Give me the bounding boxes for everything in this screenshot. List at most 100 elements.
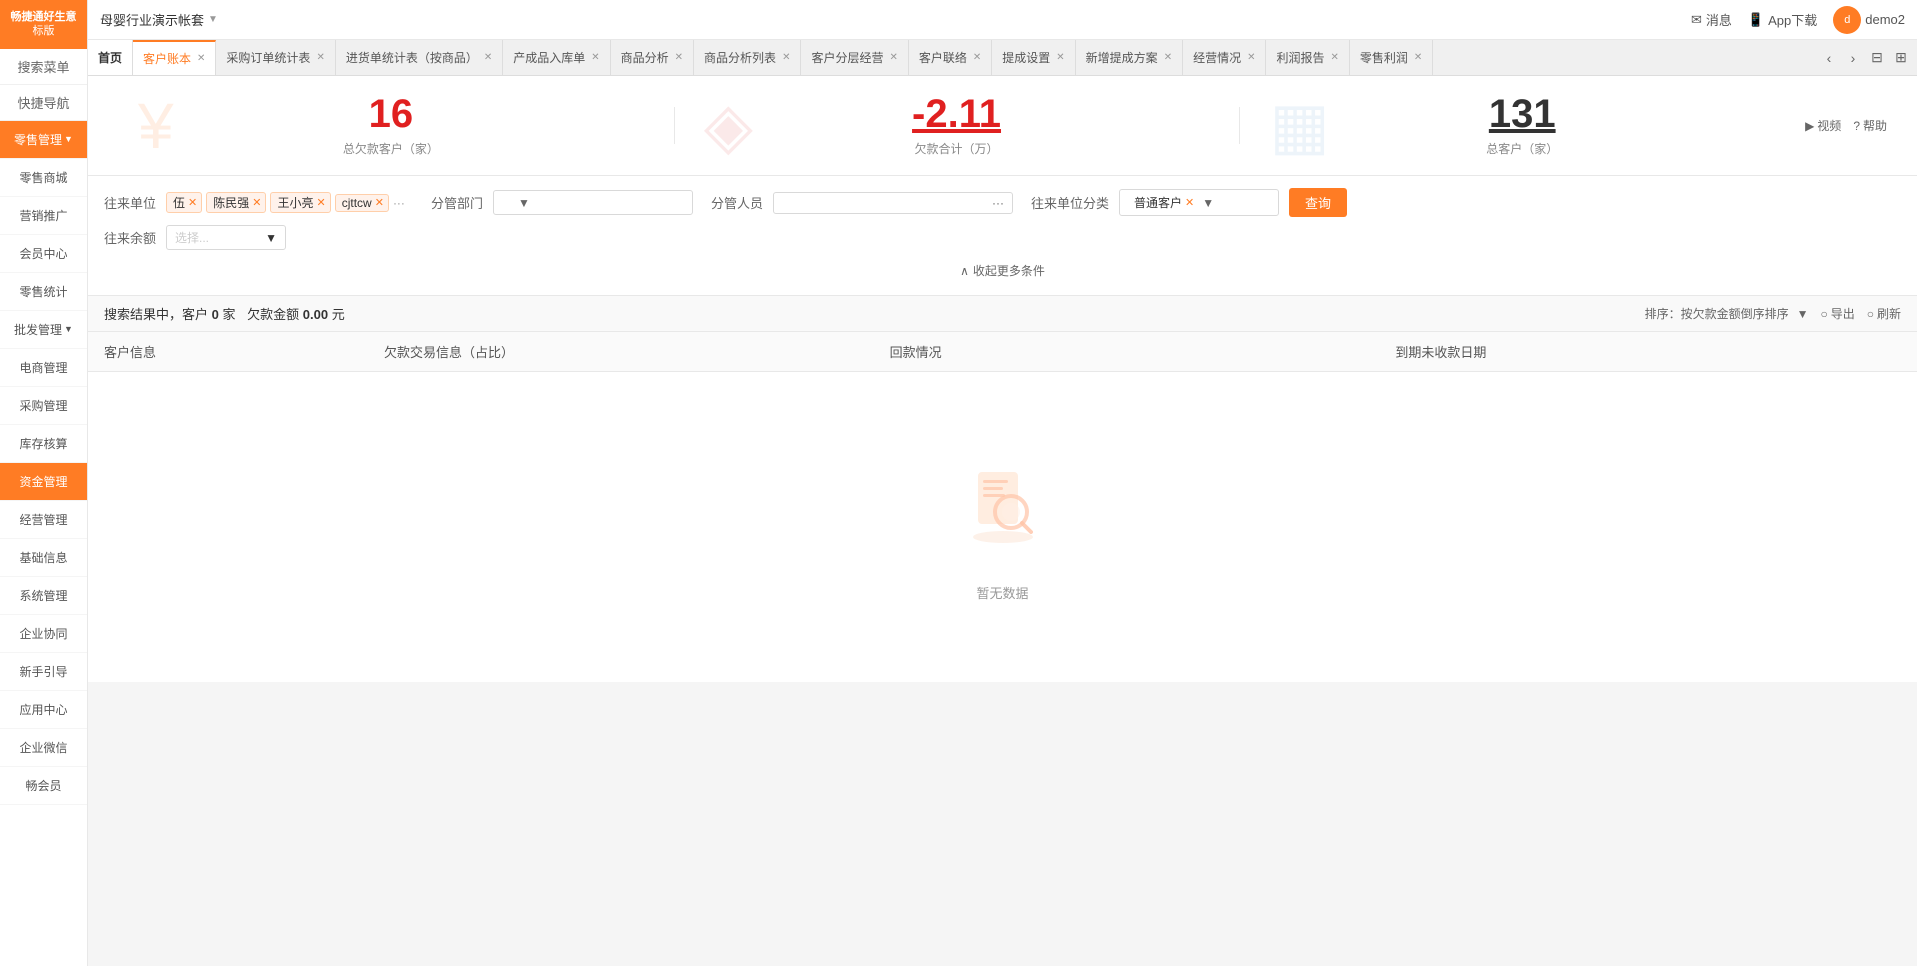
filter-bar: 往来单位 伍 ✕ 陈民强 ✕ 王小亮 ✕ cjttcw ✕ ··· 分管部门 ▼… <box>88 176 1917 296</box>
results-count-unit: 家 <box>223 307 236 322</box>
filter-select-person[interactable]: ··· <box>773 192 1013 214</box>
sidebar-item-quick-nav[interactable]: 快捷导航 <box>0 85 87 121</box>
tab-purchase-stats[interactable]: 进货单统计表（按商品） ✕ <box>336 40 503 76</box>
sort-label: 排序：按欠款金额倒序排序 <box>1645 305 1789 322</box>
tab-fullscreen-icon[interactable]: ⊞ <box>1891 48 1911 68</box>
empty-state: 暂无数据 <box>88 372 1917 682</box>
sidebar-item-marketing[interactable]: 营销推广 <box>0 197 87 235</box>
tab-product-instock[interactable]: 产成品入库单 ✕ <box>503 40 610 76</box>
tab-purchase-order[interactable]: 采购订单统计表 ✕ <box>216 40 335 76</box>
close-icon[interactable]: ✕ <box>316 52 324 63</box>
filter-select-category[interactable]: 普通客户 ✕ ▼ <box>1119 189 1279 216</box>
message-icon: ✉ <box>1691 12 1702 28</box>
filter-more-btn[interactable]: ··· <box>393 196 405 210</box>
help-button[interactable]: ? 帮助 <box>1853 117 1887 134</box>
close-icon[interactable]: ✕ <box>197 53 205 64</box>
sidebar-item-search[interactable]: 搜索菜单 <box>0 49 87 85</box>
tab-product-analysis-list[interactable]: 商品分析列表 ✕ <box>694 40 801 76</box>
topbar-left: 母婴行业演示帐套 ▼ <box>100 10 218 29</box>
sidebar-item-purchase[interactable]: 采购管理 <box>0 387 87 425</box>
tab-customer-tier[interactable]: 客户分层经营 ✕ <box>801 40 908 76</box>
sidebar-item-new-guide[interactable]: 新手引导 <box>0 653 87 691</box>
sidebar-item-app-center[interactable]: 应用中心 <box>0 691 87 729</box>
stat-icon-diamond: ◈ <box>704 88 753 163</box>
tab-profit-report[interactable]: 利润报告 ✕ <box>1266 40 1349 76</box>
close-icon[interactable]: ✕ <box>1056 52 1064 63</box>
remove-icon[interactable]: ✕ <box>317 196 326 209</box>
filter-tag-normal-customer[interactable]: 普通客户 ✕ <box>1128 193 1198 212</box>
sidebar-item-retail-mall[interactable]: 零售商城 <box>0 159 87 197</box>
tab-scroll-left[interactable]: ‹ <box>1819 48 1839 68</box>
chevron-down-icon: ▼ <box>1797 307 1809 321</box>
data-table: 客户信息 欠款交易信息（占比） 回款情况 到期未收款日期 <box>88 332 1917 682</box>
tab-product-analysis[interactable]: 商品分析 ✕ <box>611 40 694 76</box>
close-icon[interactable]: ✕ <box>973 52 981 63</box>
user-menu[interactable]: d demo2 <box>1833 6 1905 34</box>
table-header: 客户信息 欠款交易信息（占比） 回款情况 到期未收款日期 <box>88 332 1917 372</box>
tab-customer-account[interactable]: 客户账本 ✕ <box>133 40 216 76</box>
account-selector[interactable]: 母婴行业演示帐套 ▼ <box>100 10 218 29</box>
close-icon[interactable]: ✕ <box>675 52 683 63</box>
sidebar-item-enterprise-coop[interactable]: 企业协同 <box>0 615 87 653</box>
close-icon[interactable]: ✕ <box>782 52 790 63</box>
tab-scroll-right[interactable]: › <box>1843 48 1863 68</box>
tab-proposal-settings[interactable]: 提成设置 ✕ <box>992 40 1075 76</box>
sidebar-item-finance[interactable]: 资金管理 <box>0 463 87 501</box>
table-col-repayment: 回款情况 <box>890 342 1396 361</box>
remove-icon[interactable]: ✕ <box>1185 196 1194 209</box>
sidebar-item-retail-stats[interactable]: 零售统计 <box>0 273 87 311</box>
close-icon[interactable]: ✕ <box>889 52 897 63</box>
filter-tag-wu[interactable]: 伍 ✕ <box>166 192 202 213</box>
sidebar-logo[interactable]: 畅捷通好生意标版 <box>0 0 87 49</box>
sidebar-item-ecommerce[interactable]: 电商管理 <box>0 349 87 387</box>
tab-business-situation[interactable]: 经营情况 ✕ <box>1183 40 1266 76</box>
remove-icon[interactable]: ✕ <box>188 196 197 209</box>
close-icon[interactable]: ✕ <box>1164 52 1172 63</box>
close-icon[interactable]: ✕ <box>1331 52 1339 63</box>
export-button[interactable]: ○ 导出 <box>1820 305 1854 322</box>
tab-home[interactable]: 首页 <box>88 40 133 76</box>
sidebar-item-retail-mgmt[interactable]: 零售管理 ▼ <box>0 121 87 159</box>
filter-input-balance[interactable]: 选择... ▼ <box>166 225 286 250</box>
export-label: 导出 <box>1831 305 1855 322</box>
sidebar-item-enterprise-wechat[interactable]: 企业微信 <box>0 729 87 767</box>
app-download-button[interactable]: 📱 App下载 <box>1748 10 1817 29</box>
stat-value-overdue-amount: -2.11 <box>912 94 1001 134</box>
tab-new-proposal[interactable]: 新增提成方案 ✕ <box>1076 40 1183 76</box>
sidebar-item-basic-info[interactable]: 基础信息 <box>0 539 87 577</box>
filter-tag-wangxiaoliang[interactable]: 王小亮 ✕ <box>270 192 330 213</box>
close-icon[interactable]: ✕ <box>484 52 492 63</box>
collapse-label: 收起更多条件 <box>973 262 1045 279</box>
download-icon: 📱 <box>1748 12 1764 28</box>
close-icon[interactable]: ✕ <box>1247 52 1255 63</box>
stat-icon-yuan: ¥ <box>138 89 174 163</box>
remove-icon[interactable]: ✕ <box>375 196 384 209</box>
sidebar-item-operations[interactable]: 经营管理 <box>0 501 87 539</box>
sidebar-item-system-mgmt[interactable]: 系统管理 <box>0 577 87 615</box>
tab-expand-icon[interactable]: ⊟ <box>1867 48 1887 68</box>
sort-selector[interactable]: 排序：按欠款金额倒序排序 ▼ <box>1645 305 1809 322</box>
tab-customer-contact[interactable]: 客户联络 ✕ <box>909 40 992 76</box>
stat-label-overdue-amount: 欠款合计（万） <box>915 140 999 157</box>
remove-icon[interactable]: ✕ <box>252 196 261 209</box>
sidebar-item-wholesale-mgmt[interactable]: 批发管理 ▼ <box>0 311 87 349</box>
results-amount: 0.00 <box>303 307 328 322</box>
close-icon[interactable]: ✕ <box>1414 52 1422 63</box>
stat-overdue-amount: ◈ -2.11 欠款合计（万） <box>674 94 1240 157</box>
app-download-label: App下载 <box>1768 10 1817 29</box>
close-icon[interactable]: ✕ <box>591 52 599 63</box>
sidebar-item-inventory[interactable]: 库存核算 <box>0 425 87 463</box>
filter-tag-chenminqiang[interactable]: 陈民强 ✕ <box>206 192 266 213</box>
refresh-button[interactable]: ○ 刷新 <box>1867 305 1901 322</box>
tab-retail-profit[interactable]: 零售利润 ✕ <box>1350 40 1433 76</box>
messages-button[interactable]: ✉ 消息 <box>1691 10 1732 29</box>
play-icon: ▶ <box>1805 119 1814 133</box>
filter-tag-cjttcw[interactable]: cjttcw ✕ <box>335 194 389 212</box>
empty-text: 暂无数据 <box>976 583 1028 602</box>
video-help-button[interactable]: ▶ 视频 <box>1805 117 1841 134</box>
query-button[interactable]: 查询 <box>1289 188 1347 217</box>
filter-select-dept[interactable]: ▼ <box>493 190 693 215</box>
sidebar-item-vip-member[interactable]: 畅会员 <box>0 767 87 805</box>
sidebar-item-membership[interactable]: 会员中心 <box>0 235 87 273</box>
collapse-button[interactable]: ∧ 收起更多条件 <box>104 258 1901 283</box>
